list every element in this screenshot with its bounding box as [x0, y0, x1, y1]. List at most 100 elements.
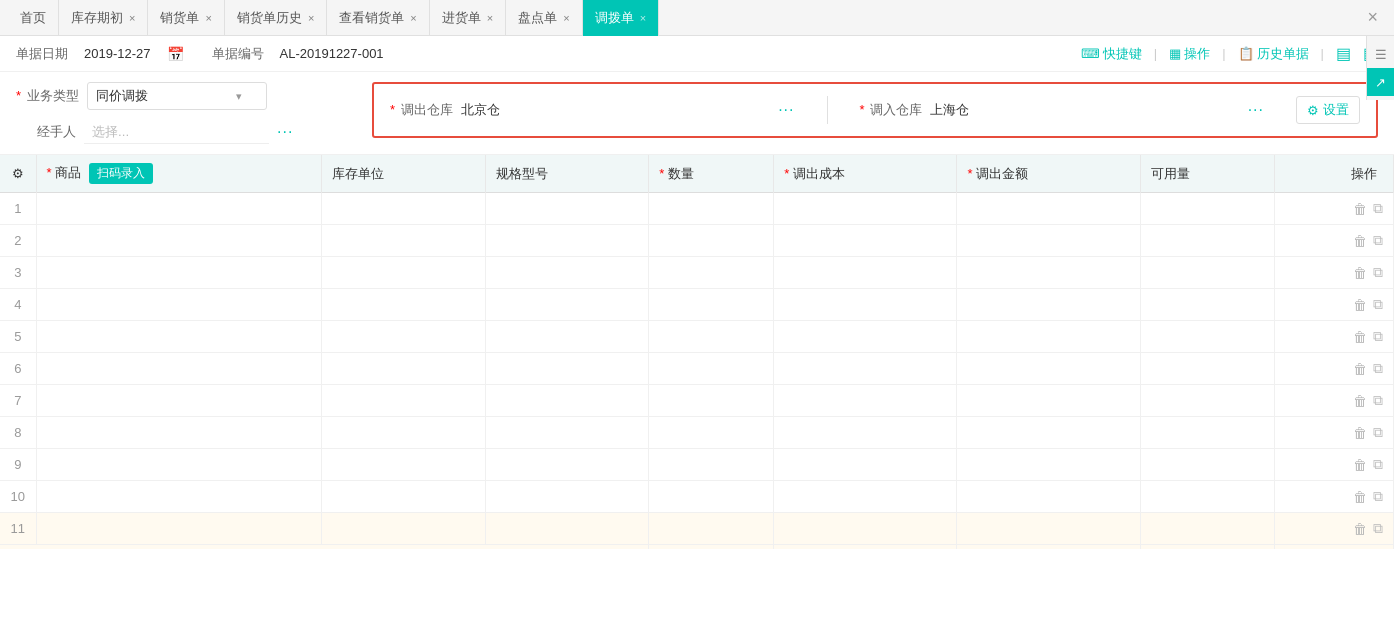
- row-amount-3[interactable]: [957, 257, 1140, 289]
- copy-icon-1[interactable]: ⧉: [1373, 200, 1383, 217]
- transfer-in-more-icon[interactable]: ···: [1248, 101, 1264, 119]
- row-available-11[interactable]: [1140, 513, 1275, 545]
- row-unit-11[interactable]: [321, 513, 485, 545]
- row-available-7[interactable]: [1140, 385, 1275, 417]
- tab-purchase-order-close[interactable]: ×: [487, 12, 493, 24]
- row-unit-9[interactable]: [321, 449, 485, 481]
- row-goods-11[interactable]: [36, 513, 321, 545]
- row-amount-1[interactable]: [957, 193, 1140, 225]
- tab-inventory-check[interactable]: 盘点单 ×: [506, 0, 582, 36]
- row-available-1[interactable]: [1140, 193, 1275, 225]
- row-cost-3[interactable]: [774, 257, 957, 289]
- row-cost-9[interactable]: [774, 449, 957, 481]
- row-amount-10[interactable]: [957, 481, 1140, 513]
- row-goods-9[interactable]: [36, 449, 321, 481]
- row-amount-11[interactable]: [957, 513, 1140, 545]
- sidebar-list-icon[interactable]: ☰: [1367, 40, 1395, 68]
- row-unit-7[interactable]: [321, 385, 485, 417]
- row-cost-10[interactable]: [774, 481, 957, 513]
- settings-button[interactable]: ⚙ 设置: [1296, 96, 1360, 124]
- row-qty-3[interactable]: [649, 257, 774, 289]
- row-qty-6[interactable]: [649, 353, 774, 385]
- row-spec-6[interactable]: [485, 353, 649, 385]
- calendar-icon[interactable]: 📅: [167, 46, 184, 62]
- tab-transfer-order[interactable]: 调拨单 ×: [583, 0, 659, 36]
- row-goods-3[interactable]: [36, 257, 321, 289]
- row-available-4[interactable]: [1140, 289, 1275, 321]
- row-available-3[interactable]: [1140, 257, 1275, 289]
- row-unit-1[interactable]: [321, 193, 485, 225]
- sidebar-link-icon[interactable]: ↗: [1367, 68, 1395, 96]
- tab-view-sales[interactable]: 查看销货单 ×: [327, 0, 429, 36]
- row-unit-2[interactable]: [321, 225, 485, 257]
- row-qty-8[interactable]: [649, 417, 774, 449]
- scan-button[interactable]: 扫码录入: [89, 163, 153, 184]
- row-cost-4[interactable]: [774, 289, 957, 321]
- row-goods-7[interactable]: [36, 385, 321, 417]
- tab-bar-close-button[interactable]: ×: [1359, 7, 1386, 28]
- delete-icon-11[interactable]: 🗑: [1353, 521, 1367, 537]
- row-qty-9[interactable]: [649, 449, 774, 481]
- copy-icon-2[interactable]: ⧉: [1373, 232, 1383, 249]
- copy-icon-8[interactable]: ⧉: [1373, 424, 1383, 441]
- row-spec-7[interactable]: [485, 385, 649, 417]
- row-spec-9[interactable]: [485, 449, 649, 481]
- tab-inventory-init-close[interactable]: ×: [129, 12, 135, 24]
- copy-icon-4[interactable]: ⧉: [1373, 296, 1383, 313]
- tab-sales-history[interactable]: 销货单历史 ×: [225, 0, 327, 36]
- row-qty-4[interactable]: [649, 289, 774, 321]
- row-cost-7[interactable]: [774, 385, 957, 417]
- delete-icon-1[interactable]: 🗑: [1353, 201, 1367, 217]
- row-spec-2[interactable]: [485, 225, 649, 257]
- delete-icon-5[interactable]: 🗑: [1353, 329, 1367, 345]
- delete-icon-3[interactable]: 🗑: [1353, 265, 1367, 281]
- row-qty-1[interactable]: [649, 193, 774, 225]
- table-gear-icon[interactable]: ⚙: [12, 166, 24, 181]
- row-amount-6[interactable]: [957, 353, 1140, 385]
- copy-icon-11[interactable]: ⧉: [1373, 520, 1383, 537]
- row-amount-8[interactable]: [957, 417, 1140, 449]
- tab-sales-history-close[interactable]: ×: [308, 12, 314, 24]
- col-gear-header[interactable]: ⚙: [0, 155, 36, 193]
- row-spec-1[interactable]: [485, 193, 649, 225]
- row-goods-4[interactable]: [36, 289, 321, 321]
- row-goods-6[interactable]: [36, 353, 321, 385]
- row-unit-4[interactable]: [321, 289, 485, 321]
- row-unit-10[interactable]: [321, 481, 485, 513]
- row-unit-6[interactable]: [321, 353, 485, 385]
- copy-icon-9[interactable]: ⧉: [1373, 456, 1383, 473]
- shortcuts-button[interactable]: ⌨ 快捷键: [1081, 45, 1142, 63]
- row-available-5[interactable]: [1140, 321, 1275, 353]
- operations-button[interactable]: ▦ 操作: [1169, 45, 1210, 63]
- row-qty-10[interactable]: [649, 481, 774, 513]
- row-amount-7[interactable]: [957, 385, 1140, 417]
- row-goods-5[interactable]: [36, 321, 321, 353]
- history-button[interactable]: 📋 历史单据: [1238, 45, 1309, 63]
- row-amount-2[interactable]: [957, 225, 1140, 257]
- tab-view-sales-close[interactable]: ×: [410, 12, 416, 24]
- row-spec-5[interactable]: [485, 321, 649, 353]
- delete-icon-10[interactable]: 🗑: [1353, 489, 1367, 505]
- row-qty-7[interactable]: [649, 385, 774, 417]
- row-goods-10[interactable]: [36, 481, 321, 513]
- row-available-10[interactable]: [1140, 481, 1275, 513]
- row-qty-11[interactable]: [649, 513, 774, 545]
- row-cost-1[interactable]: [774, 193, 957, 225]
- tab-inventory-init[interactable]: 库存期初 ×: [59, 0, 148, 36]
- handler-input[interactable]: [84, 120, 269, 144]
- row-unit-3[interactable]: [321, 257, 485, 289]
- row-goods-1[interactable]: [36, 193, 321, 225]
- tab-sales-order[interactable]: 销货单 ×: [148, 0, 224, 36]
- row-available-9[interactable]: [1140, 449, 1275, 481]
- row-unit-5[interactable]: [321, 321, 485, 353]
- tab-transfer-order-close[interactable]: ×: [640, 12, 646, 24]
- row-goods-8[interactable]: [36, 417, 321, 449]
- row-available-2[interactable]: [1140, 225, 1275, 257]
- copy-icon-3[interactable]: ⧉: [1373, 264, 1383, 281]
- copy-icon-6[interactable]: ⧉: [1373, 360, 1383, 377]
- row-qty-5[interactable]: [649, 321, 774, 353]
- row-cost-5[interactable]: [774, 321, 957, 353]
- tab-sales-order-close[interactable]: ×: [205, 12, 211, 24]
- row-available-8[interactable]: [1140, 417, 1275, 449]
- copy-icon-5[interactable]: ⧉: [1373, 328, 1383, 345]
